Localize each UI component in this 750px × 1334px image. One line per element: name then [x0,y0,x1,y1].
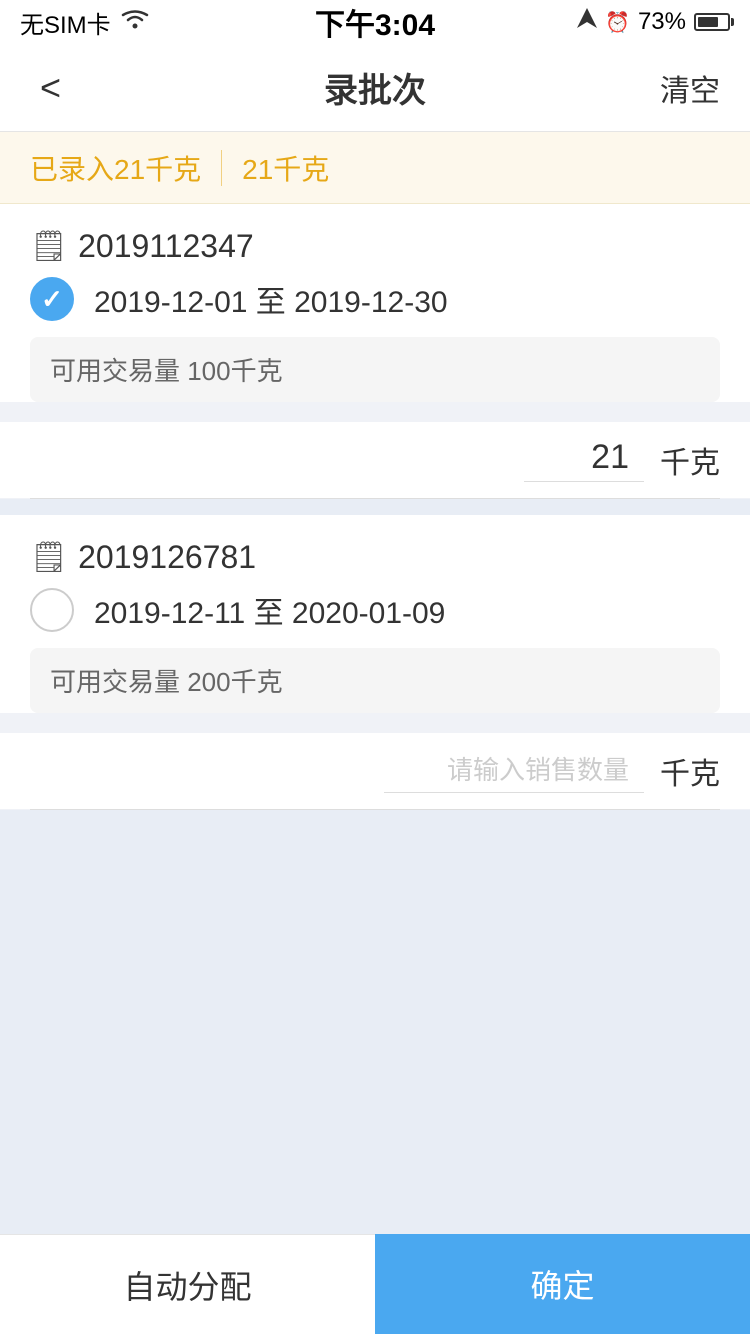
batch-inner-1: 🗒 2019112347 2019-12-01 至 2019-12-30 可用交… [30,228,720,402]
bottom-space [0,810,750,1240]
wifi-icon [121,8,149,37]
bottom-bar: 自动分配 确定 [0,1234,750,1334]
location-icon [577,8,597,37]
batch-row-1: 2019-12-01 至 2019-12-30 [30,277,720,321]
section-divider [0,499,750,515]
batch-checkbox-2[interactable] [30,588,74,632]
batch-dates-1: 2019-12-01 至 2019-12-30 [94,277,448,321]
battery-percent: 73% [638,8,686,36]
status-bar: 无SIM卡 下午3:04 ⏰ 73% [0,0,750,44]
banner-divider [221,150,222,186]
clear-button[interactable]: 清空 [660,66,720,110]
status-right: ⏰ 73% [577,8,730,37]
batch-dates-2: 2019-12-11 至 2020-01-09 [94,588,445,632]
batch-icon-2: 🗒 [30,540,68,575]
batch-inner-2: 🗒 2019126781 2019-12-11 至 2020-01-09 可用交… [30,539,720,713]
batch-header-2: 🗒 2019126781 [30,539,720,576]
carrier-text: 无SIM卡 [20,5,111,40]
batch-id-1: 2019112347 [78,228,254,265]
batch-checkbox-1[interactable] [30,277,74,321]
recorded-amount: 已录入21千克 [30,148,201,188]
battery-icon [694,13,730,31]
batch-header-1: 🗒 2019112347 [30,228,720,265]
unit-1: 千克 [660,438,720,482]
batch-id-2: 2019126781 [78,539,256,576]
batch-available-2: 可用交易量 200千克 [30,648,720,713]
batch-icon-1: 🗒 [30,229,68,264]
quantity-input-2[interactable] [384,749,644,793]
back-button[interactable]: < [30,60,71,116]
quantity-row-2: 千克 [0,733,750,809]
unit-2: 千克 [660,749,720,793]
page-title: 录批次 [324,63,426,112]
batch-available-1: 可用交易量 100千克 [30,337,720,402]
auto-assign-button[interactable]: 自动分配 [0,1234,375,1334]
batch-row-2: 2019-12-11 至 2020-01-09 [30,588,720,632]
alarm-icon: ⏰ [605,10,630,35]
status-left: 无SIM卡 [20,5,149,40]
amount-value: 21千克 [242,148,329,188]
confirm-button[interactable]: 确定 [375,1234,750,1334]
batch-card-1: 🗒 2019112347 2019-12-01 至 2019-12-30 可用交… [0,204,750,402]
quantity-input-1[interactable] [524,438,644,482]
quantity-row-1: 千克 [0,422,750,498]
status-time: 下午3:04 [315,0,435,44]
info-banner: 已录入21千克 21千克 [0,132,750,204]
batch-card-2: 🗒 2019126781 2019-12-11 至 2020-01-09 可用交… [0,515,750,713]
nav-bar: < 录批次 清空 [0,44,750,132]
